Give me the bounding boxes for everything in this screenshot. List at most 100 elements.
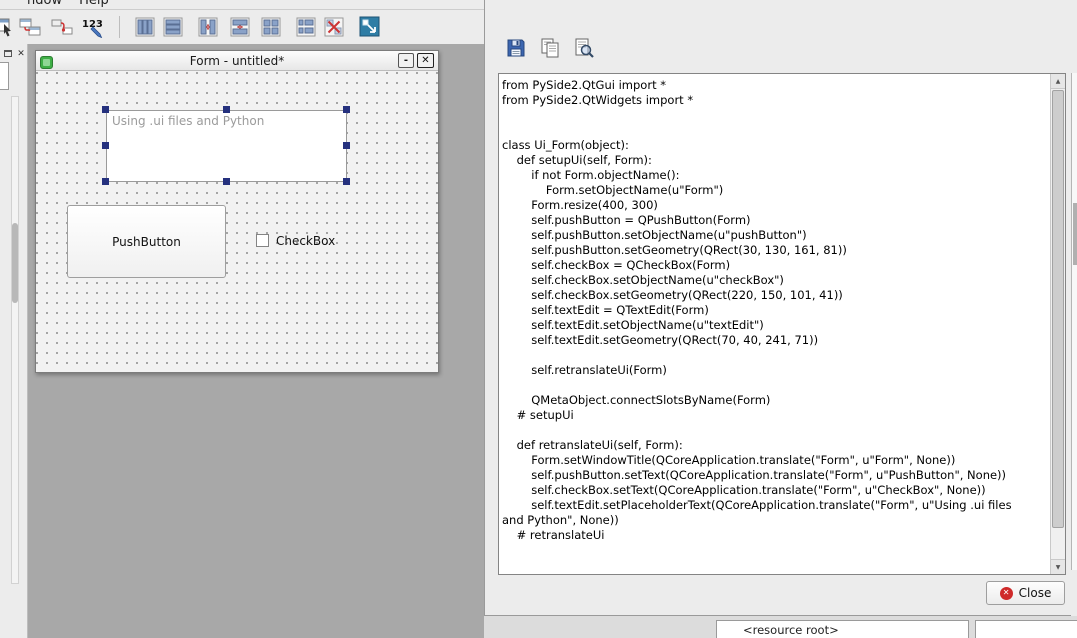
code-line: from PySide2.QtWidgets import * <box>502 93 1047 108</box>
code-preview-dialog: from PySide2.QtGui import *from PySide2.… <box>484 0 1071 616</box>
code-line: Form.setWindowTitle(QCoreApplication.tra… <box>502 453 1047 468</box>
code-view[interactable]: from PySide2.QtGui import *from PySide2.… <box>498 73 1066 575</box>
code-dialog-toolbar <box>503 34 597 62</box>
widgetbox-filter-sliver[interactable] <box>0 62 9 90</box>
form-window-title: Form - untitled* <box>36 54 438 68</box>
close-icon: ✕ <box>421 55 429 66</box>
code-line: self.checkBox.setGeometry(QRect(220, 150… <box>502 288 1047 303</box>
code-line: class Ui_Form(object): <box>502 138 1047 153</box>
code-scrollbar[interactable]: ▲ ▼ <box>1050 74 1065 574</box>
code-line: # retranslateUi <box>502 528 1047 543</box>
minimize-icon: - <box>404 55 408 66</box>
code-line: self.textEdit.setObjectName(u"textEdit") <box>502 318 1047 333</box>
resource-root-label: <resource root> <box>717 621 968 637</box>
code-line: Form.resize(400, 300) <box>502 198 1047 213</box>
save-icon <box>504 36 528 60</box>
code-scrollbar-handle[interactable] <box>1052 90 1064 528</box>
form-window-titlebar[interactable]: Form - untitled* - ✕ <box>36 51 438 71</box>
adjust-size-button[interactable] <box>357 13 383 41</box>
selection-handle-bottom-middle[interactable] <box>223 178 230 185</box>
dock-float-button[interactable] <box>2 47 14 60</box>
code-line: def setupUi(self, Form): <box>502 153 1047 168</box>
left-dock-scrollbar[interactable] <box>11 96 19 584</box>
menu-item-window[interactable]: ndow <box>27 0 62 8</box>
lay-out-horizontally-in-splitter-icon <box>197 16 219 38</box>
code-line: self.pushButton.setText(QCoreApplication… <box>502 468 1047 483</box>
workspace: Form - untitled* - ✕ Using .ui files and… <box>29 44 484 638</box>
lay-out-horizontally-button[interactable] <box>132 13 158 41</box>
selection-handle-top-middle[interactable] <box>223 106 230 113</box>
edit-signals-slots-icon <box>19 16 41 38</box>
lay-out-in-grid-button[interactable] <box>258 13 284 41</box>
dock-float-icon <box>4 50 12 57</box>
edit-widgets-icon <box>0 16 15 38</box>
form-canvas[interactable]: Using .ui files and Python PushButton Ch… <box>36 71 438 372</box>
code-line <box>502 348 1047 363</box>
close-circle-icon: ✕ <box>1000 587 1013 600</box>
code-line: self.checkBox = QCheckBox(Form) <box>502 258 1047 273</box>
left-dock-sliver: ✕ <box>0 44 28 638</box>
right-edge-scrollbar[interactable] <box>1071 73 1077 570</box>
dock-close-button[interactable]: ✕ <box>15 47 27 60</box>
edit-buddies-icon <box>51 16 73 38</box>
lay-out-in-form-layout-icon <box>295 16 317 38</box>
form-close-button[interactable]: ✕ <box>417 53 434 68</box>
checkbox-widget[interactable]: CheckBox <box>256 233 335 248</box>
code-line: self.textEdit.setPlaceholderText(QCoreAp… <box>502 498 1047 513</box>
form-editor-window[interactable]: Form - untitled* - ✕ Using .ui files and… <box>35 50 439 373</box>
code-line: and Python", None)) <box>502 513 1047 528</box>
lay-out-vertically-icon <box>162 16 184 38</box>
textedit-placeholder: Using .ui files and Python <box>112 114 264 128</box>
right-edge-scrollbar-handle[interactable] <box>1073 203 1077 265</box>
code-line: self.checkBox.setObjectName(u"checkBox") <box>502 273 1047 288</box>
code-line: self.textEdit.setGeometry(QRect(70, 40, … <box>502 333 1047 348</box>
edit-signals-slots-button[interactable] <box>17 13 43 41</box>
edit-widgets-button[interactable] <box>0 13 17 41</box>
find-icon <box>572 36 596 60</box>
copy-button[interactable] <box>537 34 563 62</box>
scroll-up-button[interactable]: ▲ <box>1051 74 1065 89</box>
selection-handle-middle-left[interactable] <box>102 142 109 149</box>
top-bar: ndow Help <box>0 0 484 44</box>
find-button[interactable] <box>571 34 597 62</box>
close-button-label: Close <box>1019 586 1052 600</box>
edit-buddies-button[interactable] <box>49 13 75 41</box>
menubar: ndow Help <box>27 0 126 8</box>
menubar-separator <box>0 9 484 10</box>
resource-browser-item[interactable]: <resource root> <box>716 620 969 638</box>
code-line: self.checkBox.setText(QCoreApplication.t… <box>502 483 1047 498</box>
toolbar: 123 <box>0 12 484 42</box>
code-line <box>502 123 1047 138</box>
qt-designer-window: ndow Help <box>0 0 1077 638</box>
code-line: Form.setObjectName(u"Form") <box>502 183 1047 198</box>
menu-item-help[interactable]: Help <box>79 0 109 8</box>
lay-out-vertically-in-splitter-button[interactable] <box>227 13 253 41</box>
lay-out-vertically-in-splitter-icon <box>229 16 251 38</box>
adjust-size-icon <box>358 15 382 39</box>
lay-out-horizontally-in-splitter-button[interactable] <box>195 13 221 41</box>
selection-handle-top-left[interactable] <box>102 106 109 113</box>
left-dock-scrollbar-handle[interactable] <box>12 223 18 303</box>
copy-icon <box>538 36 562 60</box>
selection-handle-bottom-left[interactable] <box>102 178 109 185</box>
edit-tab-order-button[interactable]: 123 <box>80 13 106 41</box>
code-line: self.textEdit = QTextEdit(Form) <box>502 303 1047 318</box>
textedit-widget[interactable]: Using .ui files and Python <box>106 110 347 182</box>
save-button[interactable] <box>503 34 529 62</box>
checkbox-indicator[interactable] <box>256 234 269 247</box>
code-line: QMetaObject.connectSlotsByName(Form) <box>502 393 1047 408</box>
lay-out-in-grid-icon <box>260 16 282 38</box>
lay-out-vertically-button[interactable] <box>160 13 186 41</box>
selection-handle-top-right[interactable] <box>343 106 350 113</box>
scroll-down-button[interactable]: ▼ <box>1051 559 1065 574</box>
pushbutton-widget[interactable]: PushButton <box>67 205 226 278</box>
code-line: if not Form.objectName(): <box>502 168 1047 183</box>
break-layout-button[interactable] <box>321 13 347 41</box>
form-minimize-button[interactable]: - <box>398 53 414 68</box>
code-line <box>502 108 1047 123</box>
code-lines: from PySide2.QtGui import *from PySide2.… <box>499 74 1050 574</box>
selection-handle-bottom-right[interactable] <box>343 178 350 185</box>
dialog-close-button[interactable]: ✕ Close <box>986 581 1065 605</box>
selection-handle-middle-right[interactable] <box>343 142 350 149</box>
lay-out-in-form-layout-button[interactable] <box>293 13 319 41</box>
